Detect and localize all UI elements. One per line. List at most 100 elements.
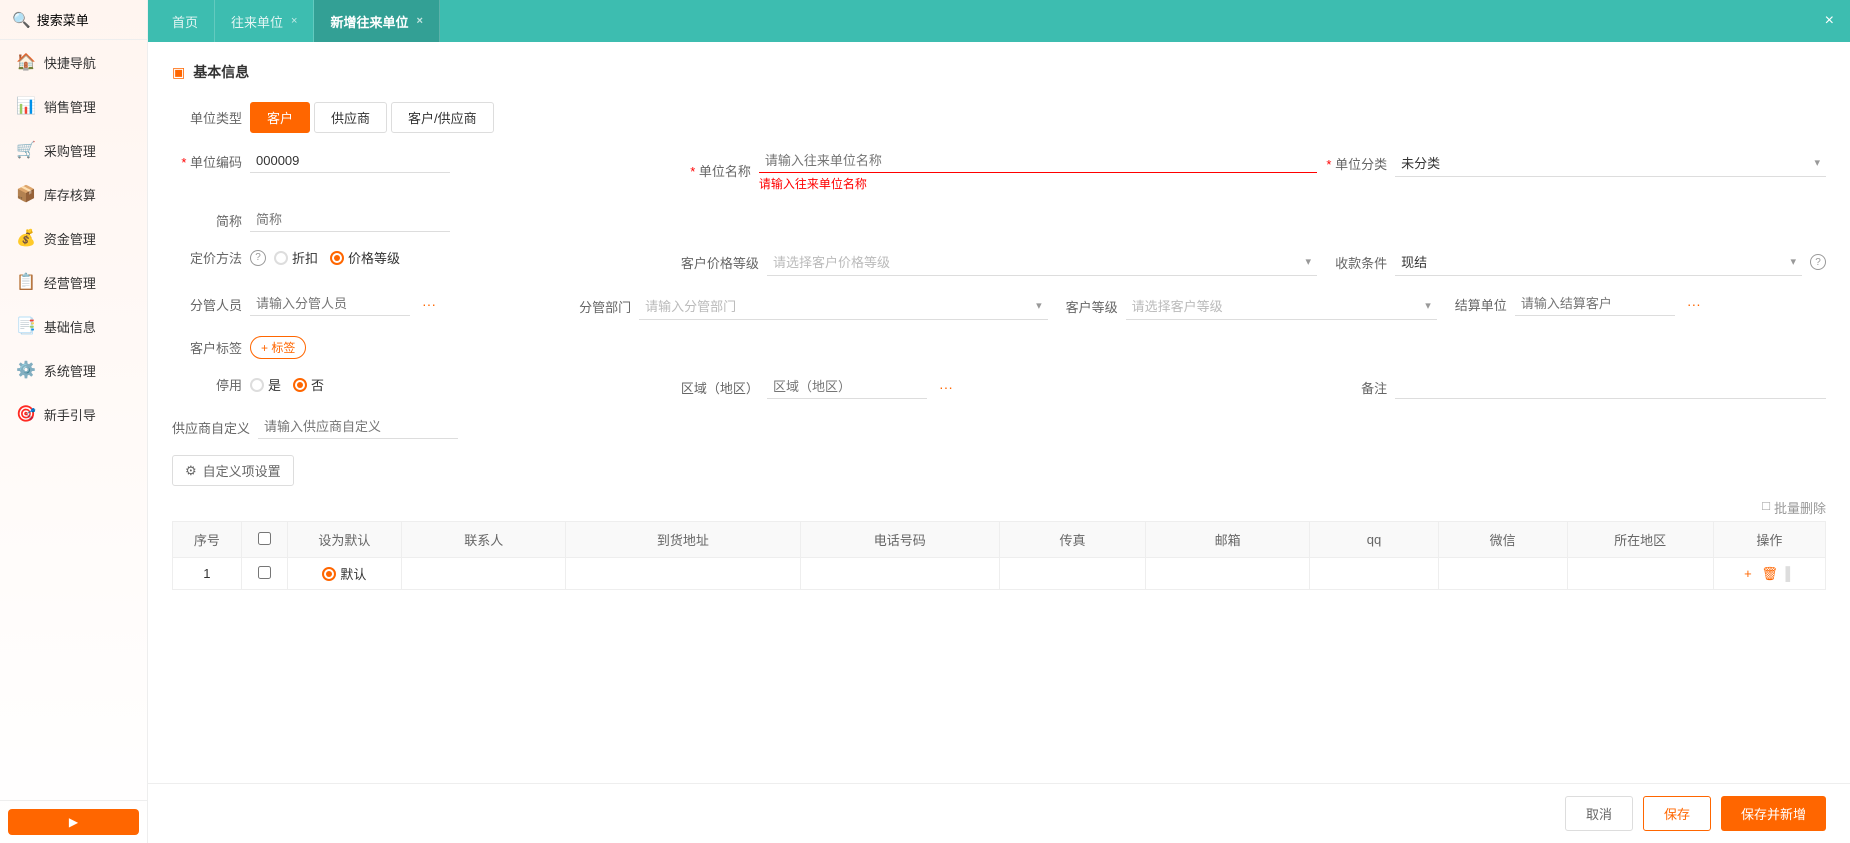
- sidebar-item-system[interactable]: ⚙️ 系统管理: [0, 348, 147, 392]
- disabled-radio-no[interactable]: 否: [293, 375, 324, 394]
- sidebar-item-quick-nav[interactable]: 🏠 快捷导航: [0, 40, 147, 84]
- remark-group: 备注: [1317, 375, 1826, 399]
- manager-label: 分管人员: [172, 295, 242, 314]
- sidebar-item-inventory[interactable]: 📦 库存核算: [0, 172, 147, 216]
- fax-input[interactable]: [1038, 566, 1108, 581]
- settlement-ellipsis[interactable]: ···: [1683, 296, 1705, 312]
- customer-level-arrow: ▾: [1425, 299, 1431, 312]
- row-seq: 1: [173, 558, 242, 590]
- pricing-level-label: 价格等级: [348, 248, 400, 267]
- manager-input[interactable]: [250, 292, 410, 316]
- pricing-discount-circle: [274, 251, 288, 265]
- settlement-unit-label: 结算单位: [1437, 295, 1507, 314]
- department-select[interactable]: 请输入分管部门 ▾: [639, 292, 1047, 320]
- sidebar-item-operations[interactable]: 📋 经营管理: [0, 260, 147, 304]
- phone-input[interactable]: [850, 566, 950, 581]
- sidebar-item-sales[interactable]: 📊 销售管理: [0, 84, 147, 128]
- pricing-radio-group: 折扣 价格等级: [274, 248, 400, 267]
- wechat-input[interactable]: [1473, 566, 1533, 581]
- disabled-yes-circle: [250, 378, 264, 392]
- payment-terms-label: 收款条件: [1317, 253, 1387, 272]
- row-default-label: 默认: [340, 564, 366, 583]
- row-delete-icon[interactable]: 🗑: [1761, 566, 1778, 581]
- add-tag-button[interactable]: + 标签: [250, 336, 306, 359]
- tab-new-counterpart-label: 新增往来单位: [330, 12, 408, 31]
- unit-category-label: 单位分类: [1317, 154, 1387, 173]
- row-default-radio[interactable]: 默认: [294, 564, 396, 583]
- abbreviation-label: 简称: [172, 211, 242, 230]
- disabled-group: 停用 是 否: [172, 375, 681, 394]
- remark-input[interactable]: [1395, 375, 1826, 399]
- row-checkbox[interactable]: [258, 566, 271, 579]
- email-input[interactable]: [1188, 566, 1268, 581]
- custom-settings-button[interactable]: ⚙ 自定义项设置: [172, 455, 294, 486]
- finance-icon: 💰: [16, 228, 36, 248]
- unit-category-select[interactable]: 未分类 ▾: [1395, 149, 1826, 177]
- qq-input[interactable]: [1344, 566, 1404, 581]
- disabled-radio-yes[interactable]: 是: [250, 375, 281, 394]
- row-address: [566, 558, 800, 590]
- region-input[interactable]: [767, 375, 927, 399]
- unit-name-label: 单位名称: [681, 161, 751, 180]
- table-row: 1 默认: [173, 558, 1826, 590]
- payment-terms-value: 现结: [1401, 252, 1427, 271]
- customer-price-level-group: 客户价格等级 请选择客户价格等级 ▾: [681, 248, 1317, 276]
- save-button[interactable]: 保存: [1643, 796, 1711, 831]
- tab-new-counterpart-close[interactable]: ×: [416, 15, 422, 27]
- type-btn-supplier[interactable]: 供应商: [314, 102, 387, 133]
- payment-terms-arrow: ▾: [1790, 255, 1796, 268]
- unit-code-input[interactable]: [250, 149, 450, 173]
- unit-type-label: 单位类型: [172, 108, 242, 127]
- unit-name-input[interactable]: [759, 149, 1317, 173]
- col-email: 邮箱: [1146, 522, 1310, 558]
- address-input[interactable]: [623, 566, 743, 581]
- save-new-button[interactable]: 保存并新增: [1721, 796, 1826, 831]
- search-menu[interactable]: 🔍 搜索菜单: [0, 0, 147, 40]
- batch-delete-label[interactable]: 批量删除: [1774, 498, 1826, 517]
- sidebar-item-purchase[interactable]: 🛒 采购管理: [0, 128, 147, 172]
- customer-price-level-placeholder: 请选择客户价格等级: [773, 252, 890, 271]
- contact-input[interactable]: [444, 566, 524, 581]
- pricing-row: 定价方法 ? 折扣 价格等级 客户价格等级 请选择客户价格等级: [172, 248, 1826, 276]
- type-btn-customer[interactable]: 客户: [250, 102, 310, 133]
- customer-level-select[interactable]: 请选择客户等级 ▾: [1126, 292, 1437, 320]
- unit-type-group: 单位类型 客户 供应商 客户/供应商: [172, 102, 1826, 133]
- batch-delete-area: □ 批量删除: [172, 498, 1826, 517]
- region-table-input[interactable]: [1605, 566, 1675, 581]
- tab-home[interactable]: 首页: [156, 0, 215, 42]
- payment-terms-help-icon[interactable]: ?: [1810, 254, 1826, 270]
- type-btn-both[interactable]: 客户/供应商: [391, 102, 494, 133]
- abbreviation-input[interactable]: [250, 208, 450, 232]
- sidebar-item-newbie[interactable]: 🎯 新手引导: [0, 392, 147, 436]
- disabled-label: 停用: [172, 375, 242, 394]
- cancel-button[interactable]: 取消: [1565, 796, 1633, 831]
- unit-name-group: 单位名称 请输入往来单位名称: [681, 149, 1317, 192]
- unit-category-group: 单位分类 未分类 ▾: [1317, 149, 1826, 177]
- sidebar-label-inventory: 库存核算: [44, 185, 96, 204]
- row-fax: [999, 558, 1145, 590]
- payment-terms-select[interactable]: 现结 ▾: [1395, 248, 1802, 276]
- tab-counterpart[interactable]: 往来单位 ×: [215, 0, 314, 42]
- supplier-custom-input[interactable]: [258, 415, 458, 439]
- pricing-radio-level[interactable]: 价格等级: [330, 248, 400, 267]
- sidebar-bottom-btn[interactable]: ▶: [8, 809, 139, 835]
- unit-name-error: 请输入往来单位名称: [759, 175, 1317, 192]
- row-add-icon[interactable]: +: [1744, 566, 1752, 581]
- manager-ellipsis[interactable]: ···: [418, 296, 440, 312]
- select-all-checkbox[interactable]: [258, 532, 271, 545]
- tab-new-counterpart[interactable]: 新增往来单位 ×: [314, 0, 439, 42]
- pricing-radio-discount[interactable]: 折扣: [274, 248, 318, 267]
- window-close-icon[interactable]: ×: [1817, 12, 1842, 30]
- pricing-help-icon[interactable]: ?: [250, 250, 266, 266]
- custom-settings-label: 自定义项设置: [203, 461, 281, 480]
- region-ellipsis[interactable]: ···: [935, 379, 957, 395]
- sidebar-item-finance[interactable]: 💰 资金管理: [0, 216, 147, 260]
- tab-counterpart-close[interactable]: ×: [291, 15, 297, 27]
- home-icon: 🏠: [16, 52, 36, 72]
- settlement-unit-input[interactable]: [1515, 292, 1675, 316]
- customer-price-level-label: 客户价格等级: [681, 253, 759, 272]
- sidebar-item-basic-info[interactable]: 📑 基础信息: [0, 304, 147, 348]
- customer-price-level-select[interactable]: 请选择客户价格等级 ▾: [767, 248, 1317, 276]
- disabled-yes-label: 是: [268, 375, 281, 394]
- row-actions: + 🗑 ▌: [1713, 558, 1825, 590]
